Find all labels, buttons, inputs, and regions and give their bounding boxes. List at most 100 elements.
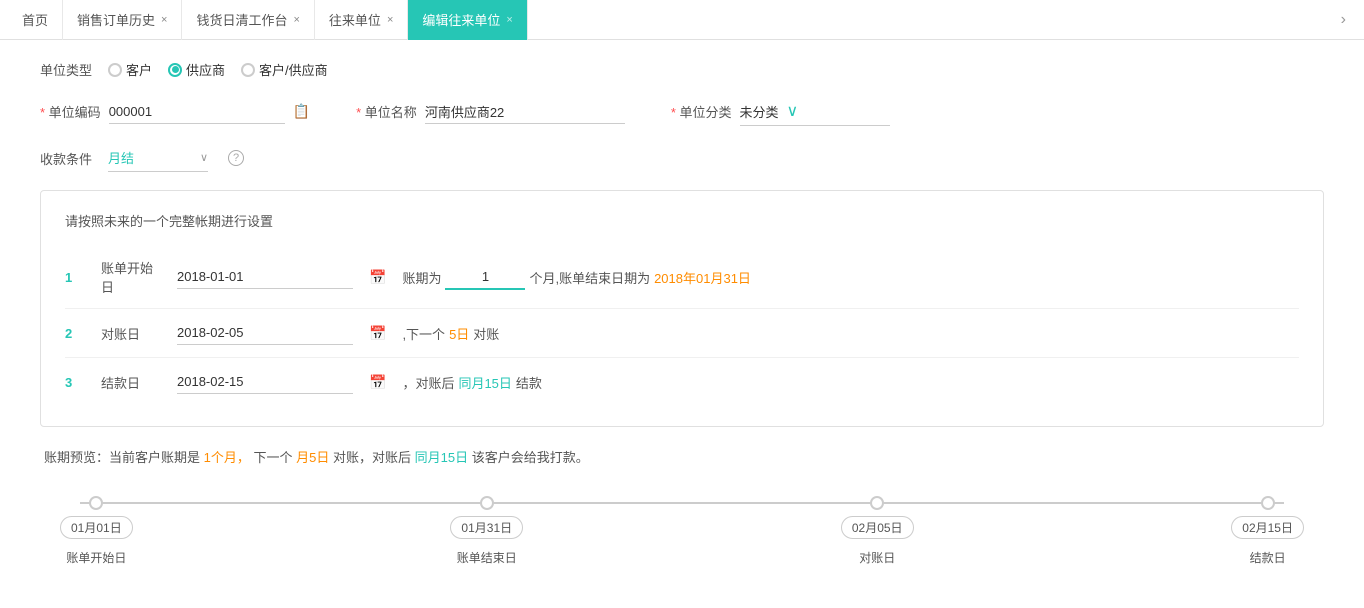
unit-code-input[interactable]: [109, 100, 285, 124]
period-row-2: 2 对账日 📅 ,下一个 5日 对账: [65, 309, 1299, 358]
tab-home[interactable]: 首页: [8, 0, 63, 40]
period-row-1: 1 账单开始日 📅 账期为 个月,账单结束日期为 2018年01月31日: [65, 246, 1299, 309]
radio-supplier-circle: [168, 63, 182, 77]
unit-name-input[interactable]: [425, 100, 625, 124]
period-reconcile-date-input[interactable]: [177, 321, 353, 345]
radio-customer[interactable]: 客户: [108, 60, 152, 79]
period-num-1: 1: [65, 270, 85, 285]
preview-part5: 同月15日: [415, 450, 468, 465]
timeline-point-0: 01月01日 账单开始日: [60, 496, 133, 566]
tab-sales-history-label: 销售订单历史: [77, 10, 155, 29]
timeline-label-0: 账单开始日: [66, 549, 126, 566]
period-row-label-1: 账单开始日: [101, 258, 161, 296]
period-desc-prefix-1: 账期为: [402, 268, 441, 287]
radio-both-label: 客户/供应商: [259, 60, 328, 79]
timeline-dot-2: [870, 496, 884, 510]
payment-terms-label: 收款条件: [40, 149, 92, 168]
timeline-label-2: 对账日: [859, 549, 895, 566]
tab-sales-history-close[interactable]: ×: [161, 14, 167, 26]
preview-section: 账期预览：当前客户账期是 1个月， 下一个 月5日 对账，对账后 同月15日 该…: [40, 447, 1324, 466]
unit-category-value: 未分类: [740, 102, 779, 121]
period-reconcile-date-calendar[interactable]: 📅: [369, 325, 386, 342]
preview-part6: 该客户会给我打款。: [472, 450, 589, 465]
tab-sales-history[interactable]: 销售订单历史 ×: [63, 0, 182, 40]
period-num-3: 3: [65, 375, 85, 390]
timeline-points: 01月01日 账单开始日 01月31日 账单结束日 02月05日 对账日 02月…: [40, 496, 1324, 566]
unit-category-group: 单位分类 未分类 ∨: [671, 97, 890, 126]
timeline-dot-0: [89, 496, 103, 510]
preview-part3: 月5日: [296, 450, 329, 465]
radio-both-circle: [241, 63, 255, 77]
tab-bar: 首页 销售订单历史 × 钱货日清工作台 × 往来单位 × 编辑往来单位 × ›: [0, 0, 1364, 40]
payment-terms-value: 月结: [108, 148, 196, 167]
timeline-label-1: 账单结束日: [457, 549, 517, 566]
period-row-3-desc: ，对账后 同月15日 结款: [402, 373, 542, 392]
tab-home-label: 首页: [22, 10, 48, 29]
period-desc-suffix-1: 个月,账单结束日期为: [529, 268, 650, 287]
period-row-2-desc: ,下一个 5日 对账: [402, 324, 499, 343]
timeline-dot-1: [480, 496, 494, 510]
tab-cash-workbench-close[interactable]: ×: [293, 14, 299, 26]
period-setup-box: 请按照未来的一个完整帐期进行设置 1 账单开始日 📅 账期为 个月,账单结束日期…: [40, 190, 1324, 427]
unit-category-arrow[interactable]: ∨: [787, 101, 799, 121]
payment-terms-help[interactable]: ?: [228, 150, 244, 166]
timeline-point-1: 01月31日 账单结束日: [450, 496, 523, 566]
timeline-section: 01月01日 账单开始日 01月31日 账单结束日 02月05日 对账日 02月…: [40, 486, 1324, 586]
radio-customer-circle: [108, 63, 122, 77]
unit-code-group: 单位编码 📋: [40, 100, 310, 124]
tab-partner-units[interactable]: 往来单位 ×: [315, 0, 408, 40]
tab-cash-workbench-label: 钱货日清工作台: [196, 10, 287, 29]
tab-edit-partner-close[interactable]: ×: [506, 14, 512, 26]
tab-edit-partner[interactable]: 编辑往来单位 ×: [408, 0, 527, 40]
timeline-badge-2: 02月05日: [841, 516, 914, 539]
timeline-badge-0: 01月01日: [60, 516, 133, 539]
timeline-badge-1: 01月31日: [450, 516, 523, 539]
radio-customer-label: 客户: [126, 60, 152, 79]
period-row-3: 3 结款日 📅 ，对账后 同月15日 结款: [65, 358, 1299, 406]
unit-code-label: 单位编码: [40, 102, 101, 121]
unit-name-label: 单位名称: [356, 102, 417, 121]
period-settle-highlight: 同月15日: [458, 373, 511, 392]
period-end-date-highlight: 2018年01月31日: [654, 268, 751, 287]
preview-label: 账期预览：当前客户账期是: [44, 450, 200, 465]
payment-terms-arrow[interactable]: ∨: [200, 151, 208, 164]
payment-terms-row: 收款条件 月结 ∨ ?: [40, 144, 1324, 172]
period-start-date-input[interactable]: [177, 265, 353, 289]
unit-category-label: 单位分类: [671, 102, 732, 121]
tab-partner-units-close[interactable]: ×: [387, 14, 393, 26]
tab-partner-units-label: 往来单位: [329, 10, 381, 29]
tab-more-button[interactable]: ›: [1331, 11, 1356, 29]
period-row-label-3: 结款日: [101, 373, 161, 392]
preview-part4: 对账，对账后: [333, 450, 411, 465]
period-box-title: 请按照未来的一个完整帐期进行设置: [65, 211, 1299, 230]
timeline-badge-3: 02月15日: [1231, 516, 1304, 539]
unit-type-row: 单位类型 客户 供应商 客户/供应商: [40, 60, 1324, 79]
unit-category-dropdown[interactable]: 未分类 ∨: [740, 97, 890, 126]
main-content: 单位类型 客户 供应商 客户/供应商 单位编码 📋 单位名称: [0, 40, 1364, 608]
period-num-2: 2: [65, 326, 85, 341]
unit-type-radio-group: 客户 供应商 客户/供应商: [108, 60, 328, 79]
period-settle-date-input[interactable]: [177, 370, 353, 394]
timeline-point-2: 02月05日 对账日: [841, 496, 914, 566]
timeline-point-3: 02月15日 结款日: [1231, 496, 1304, 566]
period-desc-suffix-3: 结款: [516, 373, 542, 392]
period-row-1-desc: 账期为 个月,账单结束日期为 2018年01月31日: [402, 265, 750, 290]
preview-part2: 下一个: [254, 450, 293, 465]
payment-terms-dropdown[interactable]: 月结 ∨: [108, 144, 208, 172]
period-settle-date-calendar[interactable]: 📅: [369, 374, 386, 391]
tab-edit-partner-label: 编辑往来单位: [422, 10, 500, 29]
unit-code-copy-icon[interactable]: 📋: [293, 103, 310, 120]
tab-cash-workbench[interactable]: 钱货日清工作台 ×: [182, 0, 314, 40]
period-reconcile-highlight: 5日: [449, 324, 469, 343]
period-desc-suffix-2: 对账: [473, 324, 499, 343]
radio-supplier-label: 供应商: [186, 60, 225, 79]
period-months-input[interactable]: [445, 265, 525, 290]
radio-both[interactable]: 客户/供应商: [241, 60, 328, 79]
timeline-label-3: 结款日: [1250, 549, 1286, 566]
period-start-date-calendar[interactable]: 📅: [369, 269, 386, 286]
radio-supplier[interactable]: 供应商: [168, 60, 225, 79]
unit-type-label: 单位类型: [40, 60, 92, 79]
timeline-dot-3: [1261, 496, 1275, 510]
preview-part1: 1个月，: [204, 450, 250, 465]
period-desc-prefix-3: ，对账后: [402, 373, 454, 392]
